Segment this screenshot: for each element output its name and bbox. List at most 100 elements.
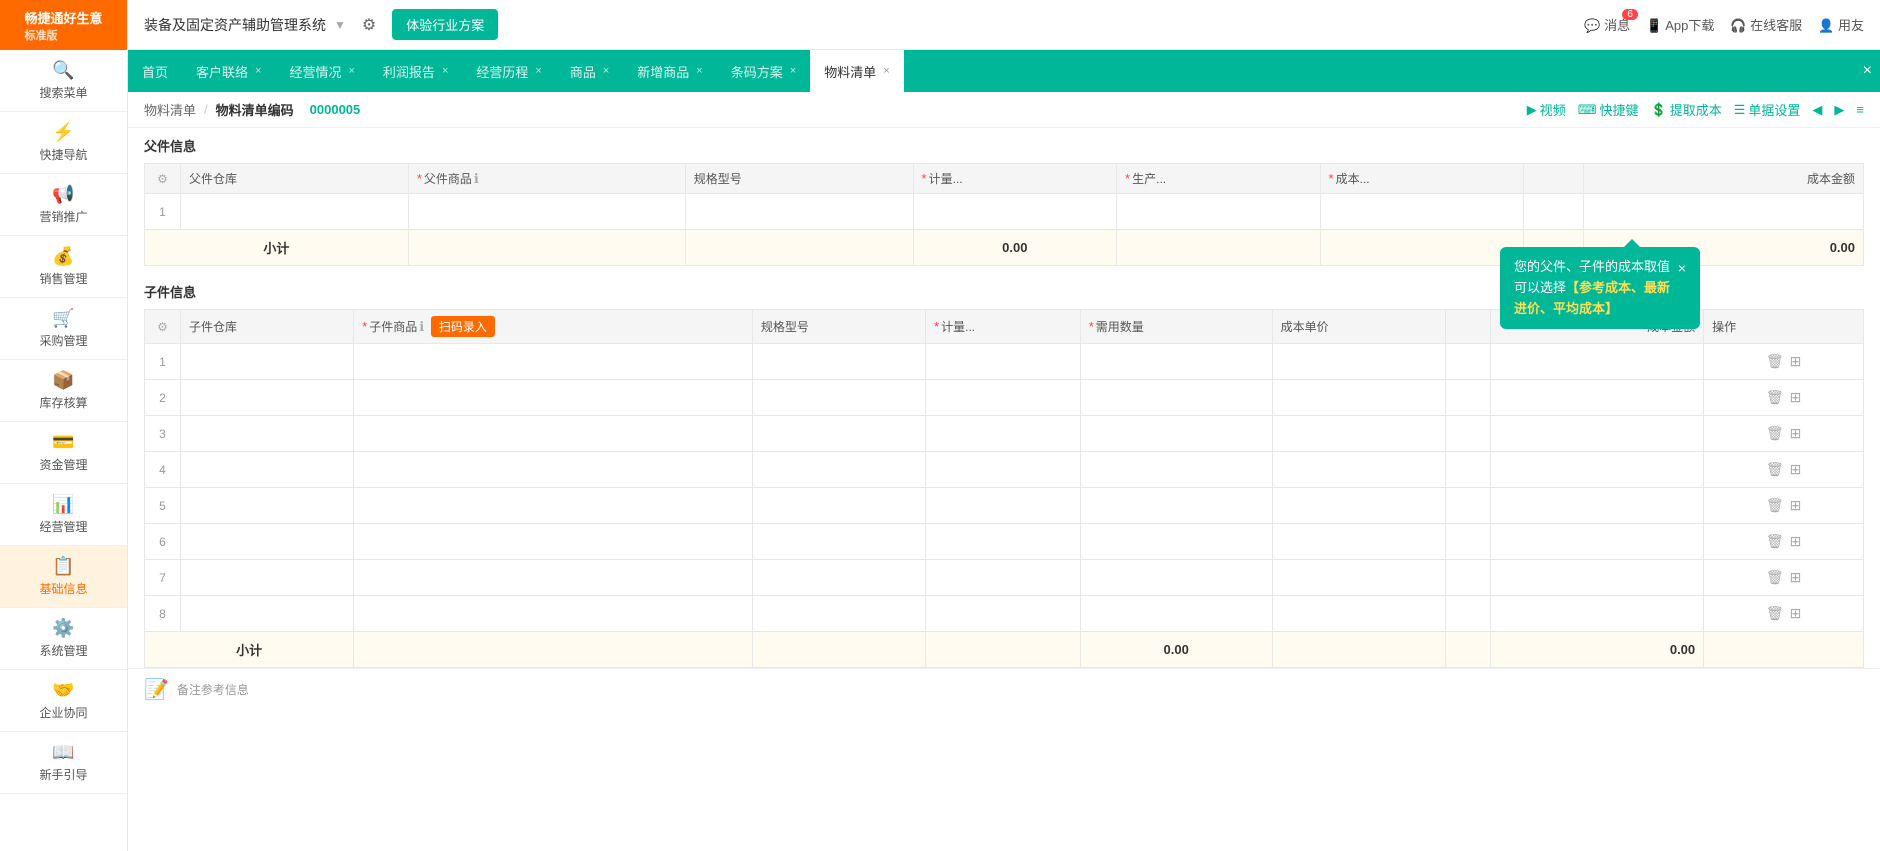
video-btn[interactable]: ▶ 视频 <box>1527 100 1566 119</box>
child-row-4-goods[interactable] <box>354 452 753 488</box>
sidebar-item-marketing[interactable]: 📢 营销推广 <box>0 174 127 236</box>
close-all-tabs[interactable]: × <box>1855 62 1880 80</box>
child-row-5-price[interactable] <box>1272 488 1445 524</box>
parent-row-1-produce[interactable] <box>1117 194 1321 230</box>
message-btn[interactable]: 💬 消息 6 <box>1584 15 1630 34</box>
copy-icon-5[interactable]: ⊞ <box>1790 497 1802 514</box>
online-service-btn[interactable]: 🎧 在线客服 <box>1730 15 1802 34</box>
tab-barcode-close[interactable]: × <box>790 65 796 77</box>
sidebar-item-guide[interactable]: 📖 新手引导 <box>0 732 127 794</box>
child-row-2-unit[interactable] <box>926 380 1081 416</box>
sidebar-item-finance[interactable]: 💳 资金管理 <box>0 422 127 484</box>
child-row-8-warehouse[interactable] <box>181 596 354 632</box>
child-row-5-warehouse[interactable] <box>181 488 354 524</box>
child-row-7-spec[interactable] <box>752 560 925 596</box>
child-row-8-spec[interactable] <box>752 596 925 632</box>
tab-operations-close[interactable]: × <box>348 65 354 77</box>
sidebar-item-operations[interactable]: 📊 经营管理 <box>0 484 127 546</box>
child-row-4-qty[interactable] <box>1080 452 1272 488</box>
copy-icon-8[interactable]: ⊞ <box>1790 605 1802 622</box>
delete-icon-2[interactable]: 🗑 <box>1766 389 1784 406</box>
tab-new-goods-close[interactable]: × <box>696 65 702 77</box>
app-download-btn[interactable]: 📱 App下载 <box>1646 15 1714 34</box>
child-row-7-amount[interactable] <box>1491 560 1704 596</box>
extract-cost-btn[interactable]: 💲 提取成本 <box>1651 100 1722 119</box>
delete-icon-6[interactable]: 🗑 <box>1766 533 1784 550</box>
child-row-3-unit[interactable] <box>926 416 1081 452</box>
child-row-7-price[interactable] <box>1272 560 1445 596</box>
tab-barcode[interactable]: 条码方案 × <box>717 50 810 92</box>
child-row-5-spec[interactable] <box>752 488 925 524</box>
child-row-8-qty[interactable] <box>1080 596 1272 632</box>
child-row-7-qty[interactable] <box>1080 560 1272 596</box>
tab-profit[interactable]: 利润报告 × <box>369 50 462 92</box>
tab-new-goods[interactable]: 新增商品 × <box>623 50 716 92</box>
copy-icon-7[interactable]: ⊞ <box>1790 569 1802 586</box>
child-row-7-goods[interactable] <box>354 560 753 596</box>
delete-icon-7[interactable]: 🗑 <box>1766 569 1784 586</box>
delete-icon-1[interactable]: 🗑 <box>1766 353 1784 370</box>
doc-settings-btn[interactable]: ☰ 单据设置 <box>1734 100 1801 119</box>
copy-icon-4[interactable]: ⊞ <box>1790 461 1802 478</box>
child-row-6-warehouse[interactable] <box>181 524 354 560</box>
child-row-3-qty[interactable] <box>1080 416 1272 452</box>
child-row-2-qty[interactable] <box>1080 380 1272 416</box>
child-row-6-price[interactable] <box>1272 524 1445 560</box>
delete-icon-3[interactable]: 🗑 <box>1766 425 1784 442</box>
child-row-3-amount[interactable] <box>1491 416 1704 452</box>
child-row-5-unit[interactable] <box>926 488 1081 524</box>
tab-goods-close[interactable]: × <box>603 65 609 77</box>
tab-bom[interactable]: 物料清单 × <box>810 50 903 92</box>
breadcrumb-bom[interactable]: 物料清单 <box>144 100 196 119</box>
child-row-2-spec[interactable] <box>752 380 925 416</box>
tab-home[interactable]: 首页 <box>128 50 182 92</box>
user-area[interactable]: 👤 用友 <box>1818 15 1864 34</box>
child-row-3-price[interactable] <box>1272 416 1445 452</box>
delete-icon-8[interactable]: 🗑 <box>1766 605 1784 622</box>
parent-row-1-cost[interactable] <box>1320 194 1524 230</box>
child-row-6-unit[interactable] <box>926 524 1081 560</box>
child-row-6-goods[interactable] <box>354 524 753 560</box>
child-col-gear[interactable]: ⚙ <box>145 310 181 344</box>
child-row-4-amount[interactable] <box>1491 452 1704 488</box>
parent-row-1-amount[interactable] <box>1583 194 1863 230</box>
tab-goods[interactable]: 商品 × <box>556 50 623 92</box>
child-row-7-unit[interactable] <box>926 560 1081 596</box>
child-row-1-goods[interactable] <box>354 344 753 380</box>
tab-customer-close[interactable]: × <box>255 65 261 77</box>
parent-row-1-warehouse[interactable] <box>181 194 409 230</box>
topbar-dropdown-arrow[interactable]: ▼ <box>334 18 346 32</box>
child-row-1-price[interactable] <box>1272 344 1445 380</box>
child-row-2-price[interactable] <box>1272 380 1445 416</box>
parent-row-1-spec[interactable] <box>685 194 913 230</box>
scan-input-btn[interactable]: 扫码录入 <box>431 316 495 337</box>
child-row-4-price[interactable] <box>1272 452 1445 488</box>
child-row-6-spec[interactable] <box>752 524 925 560</box>
topbar-gear-icon[interactable]: ⚙ <box>362 15 376 35</box>
tab-profit-close[interactable]: × <box>442 65 448 77</box>
child-row-4-spec[interactable] <box>752 452 925 488</box>
child-row-2-warehouse[interactable] <box>181 380 354 416</box>
child-row-2-amount[interactable] <box>1491 380 1704 416</box>
copy-icon-1[interactable]: ⊞ <box>1790 353 1802 370</box>
sidebar-item-quicknav[interactable]: ⚡ 快捷导航 <box>0 112 127 174</box>
tab-history-close[interactable]: × <box>535 65 541 77</box>
layout-btn[interactable]: ≡ <box>1856 102 1864 117</box>
tab-bom-close[interactable]: × <box>883 65 889 77</box>
tab-customer[interactable]: 客户联络 × <box>182 50 275 92</box>
child-row-1-amount[interactable] <box>1491 344 1704 380</box>
copy-icon-6[interactable]: ⊞ <box>1790 533 1802 550</box>
delete-icon-5[interactable]: 🗑 <box>1766 497 1784 514</box>
child-row-8-amount[interactable] <box>1491 596 1704 632</box>
copy-icon-2[interactable]: ⊞ <box>1790 389 1802 406</box>
tooltip-close-btn[interactable]: × <box>1678 257 1686 279</box>
child-row-7-warehouse[interactable] <box>181 560 354 596</box>
child-row-1-qty[interactable] <box>1080 344 1272 380</box>
nav-prev-btn[interactable]: ◀ <box>1812 102 1822 118</box>
tab-operations[interactable]: 经营情况 × <box>275 50 368 92</box>
sidebar-item-search[interactable]: 🔍 搜索菜单 <box>0 50 127 112</box>
nav-next-btn[interactable]: ▶ <box>1834 102 1844 118</box>
delete-icon-4[interactable]: 🗑 <box>1766 461 1784 478</box>
child-row-3-goods[interactable] <box>354 416 753 452</box>
child-row-4-warehouse[interactable] <box>181 452 354 488</box>
